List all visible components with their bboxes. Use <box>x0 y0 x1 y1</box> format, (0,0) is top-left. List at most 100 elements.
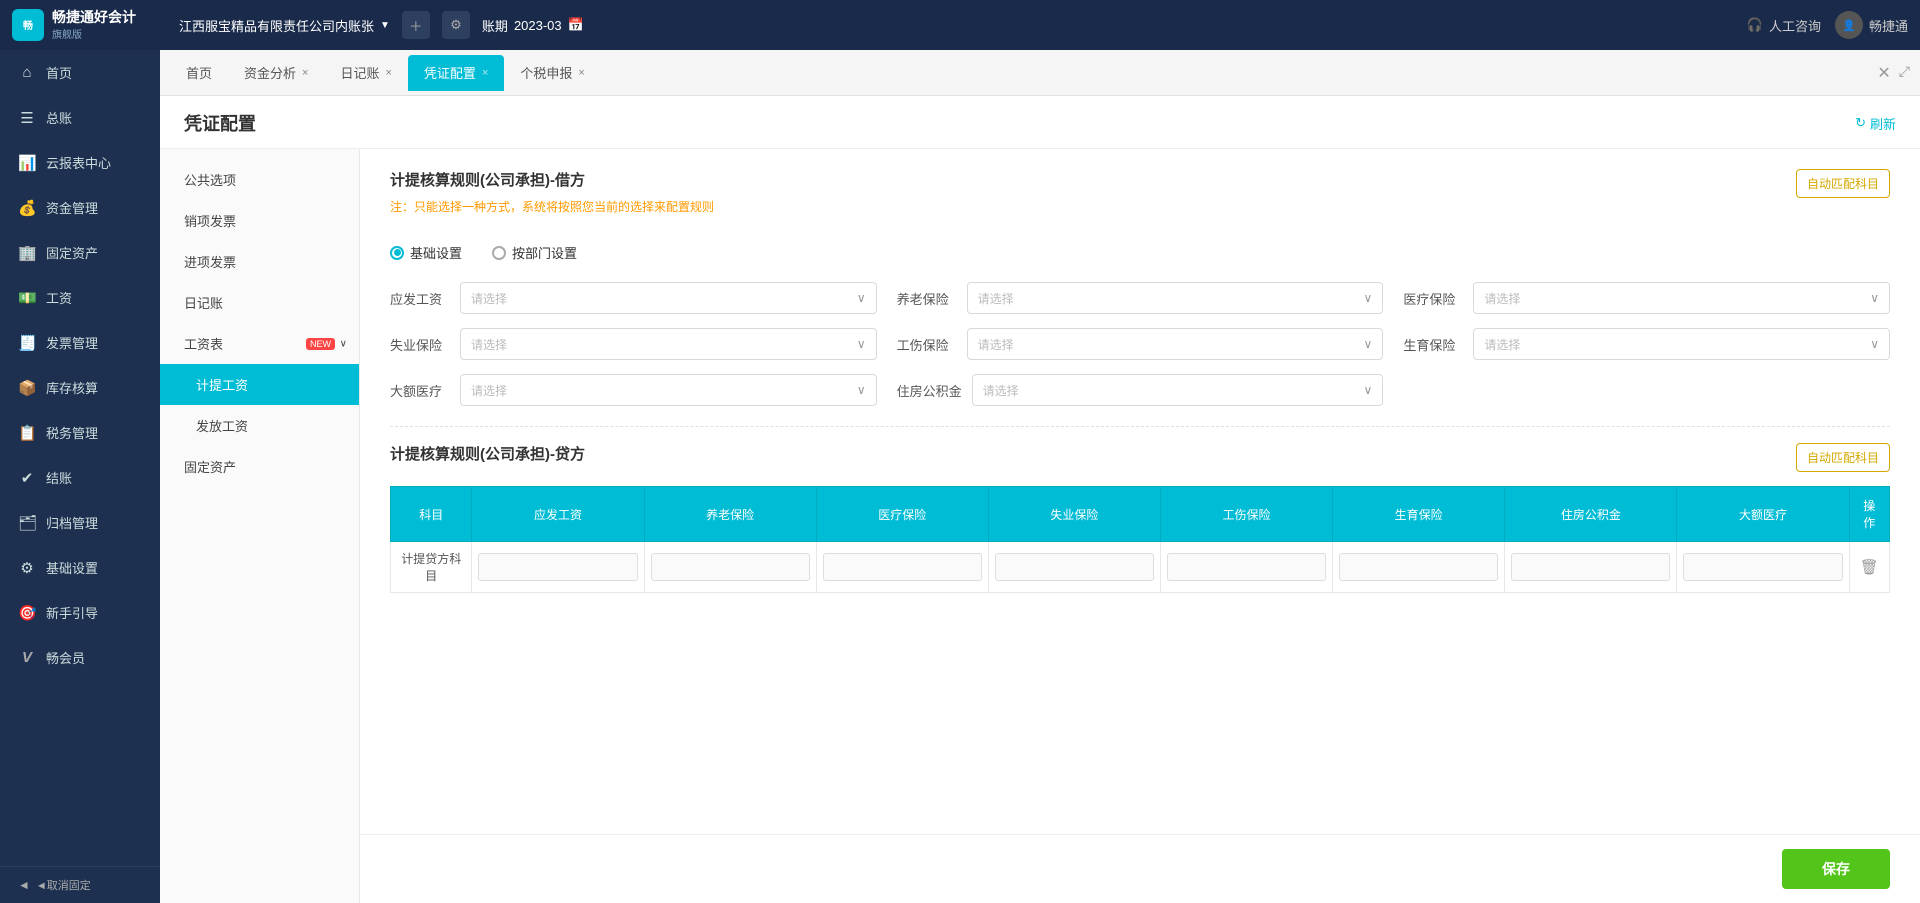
select-maternity[interactable]: 请选择 ∨ <box>1473 328 1890 360</box>
radio-dept[interactable]: 按部门设置 <box>492 243 577 262</box>
th-large-medical: 大额医疗 <box>1677 487 1849 542</box>
support-link[interactable]: 🎧 人工咨询 <box>1747 16 1821 35</box>
left-menu-purchase[interactable]: 进项发票 <box>160 241 359 282</box>
panel-content: 计提核算规则(公司承担)-借方 注：只能选择一种方式，系统将按照您当前的选择来配… <box>360 149 1920 834</box>
tab-fund-close-icon[interactable]: × <box>302 67 308 79</box>
sidebar-item-invoice[interactable]: 🧾 发票管理 <box>0 320 160 365</box>
save-bar: 保存 <box>360 834 1920 903</box>
sidebar-item-salary[interactable]: 💵 工资 <box>0 275 160 320</box>
cell-unemployment[interactable] <box>988 542 1160 593</box>
delete-row-button[interactable]: 🗑 <box>1860 558 1879 576</box>
select-chevron-large-medical: ∨ <box>857 383 866 397</box>
sidebar-item-settings[interactable]: ⚙ 基础设置 <box>0 545 160 590</box>
tab-journal-close-icon[interactable]: × <box>385 67 391 79</box>
radio-basic-button[interactable] <box>390 246 404 260</box>
tab-home-label: 首页 <box>186 63 212 82</box>
radio-basic-label: 基础设置 <box>410 243 462 262</box>
app-name: 畅捷通好会计 <box>52 9 136 26</box>
field-gross-salary: 应发工资 请选择 ∨ <box>390 282 877 314</box>
credit-section: 计提核算规则(公司承担)-贷方 自动匹配科目 科目 应发工资 养老保险 医疗保险 <box>390 443 1890 593</box>
left-menu-fixed-asset[interactable]: 固定资产 <box>160 446 359 487</box>
select-large-medical[interactable]: 请选择 ∨ <box>460 374 877 406</box>
left-menu-pay-salary[interactable]: 发放工资 <box>160 405 359 446</box>
placeholder-pension: 请选择 <box>978 290 1014 307</box>
tab-tax-close-icon[interactable]: × <box>578 67 584 79</box>
guide-icon: 🎯 <box>18 604 36 622</box>
close-all-icon[interactable]: ✕ <box>1877 63 1890 83</box>
select-medical[interactable]: 请选择 ∨ <box>1473 282 1890 314</box>
refresh-button[interactable]: ↻ 刷新 <box>1855 114 1896 133</box>
sidebar-item-ledger[interactable]: ☰ 总账 <box>0 95 160 140</box>
table-header-row: 科目 应发工资 养老保险 医疗保险 失业保险 工伤保险 生育保险 住房公积金 大… <box>391 487 1890 542</box>
credit-table: 科目 应发工资 养老保险 医疗保险 失业保险 工伤保险 生育保险 住房公积金 大… <box>390 486 1890 593</box>
debit-auto-match-button[interactable]: 自动匹配科目 <box>1796 169 1890 198</box>
input-large-medical[interactable] <box>1683 553 1842 581</box>
input-maternity[interactable] <box>1339 553 1498 581</box>
left-menu-sales[interactable]: 销项发票 <box>160 200 359 241</box>
sidebar-item-home[interactable]: ⌂ 首页 <box>0 50 160 95</box>
select-chevron-gross: ∨ <box>857 291 866 305</box>
sidebar-item-asset[interactable]: 🏢 固定资产 <box>0 230 160 275</box>
cell-work-injury[interactable] <box>1160 542 1332 593</box>
tab-tax[interactable]: 个税申报 × <box>504 55 600 91</box>
company-name: 江西服宝精品有限责任公司内账张 <box>179 16 374 35</box>
maximize-icon[interactable]: ⤢ <box>1899 63 1910 83</box>
cell-gross-salary[interactable] <box>472 542 644 593</box>
cell-housing-fund[interactable] <box>1505 542 1677 593</box>
debit-header-left: 计提核算规则(公司承担)-借方 注：只能选择一种方式，系统将按照您当前的选择来配… <box>390 169 714 229</box>
tab-voucher-close-icon[interactable]: × <box>482 67 488 79</box>
tab-voucher-label: 凭证配置 <box>424 63 476 82</box>
sidebar-item-tax[interactable]: 📋 税务管理 <box>0 410 160 455</box>
tab-tax-label: 个税申报 <box>520 63 572 82</box>
period-label: 账期 <box>482 16 508 35</box>
sidebar-item-checkout[interactable]: ✔ 结账 <box>0 455 160 500</box>
input-work-injury[interactable] <box>1167 553 1326 581</box>
sidebar-item-fund[interactable]: 💰 资金管理 <box>0 185 160 230</box>
input-gross-salary[interactable] <box>478 553 637 581</box>
tab-fund[interactable]: 资金分析 × <box>228 55 324 91</box>
credit-section-header: 计提核算规则(公司承担)-贷方 自动匹配科目 <box>390 443 1890 472</box>
credit-auto-match-button[interactable]: 自动匹配科目 <box>1796 443 1890 472</box>
sidebar-item-inventory[interactable]: 📦 库存核算 <box>0 365 160 410</box>
tab-voucher[interactable]: 凭证配置 × <box>408 55 504 91</box>
radio-dept-button[interactable] <box>492 246 506 260</box>
left-menu-journal[interactable]: 日记账 <box>160 282 359 323</box>
sidebar-item-report[interactable]: 📊 云报表中心 <box>0 140 160 185</box>
add-account-button[interactable]: ＋ <box>402 11 430 39</box>
cell-medical[interactable] <box>816 542 988 593</box>
left-menu-calc-salary[interactable]: 计提工资 <box>160 364 359 405</box>
input-pension[interactable] <box>651 553 810 581</box>
sidebar-item-archive[interactable]: 🗂 归档管理 <box>0 500 160 545</box>
fund-icon: 💰 <box>18 199 36 217</box>
tab-home[interactable]: 首页 <box>170 55 228 91</box>
left-menu: 公共选项 销项发票 进项发票 日记账 工资表 NEW ∨ 计提工资 发放工资 固… <box>160 149 360 903</box>
select-work-injury[interactable]: 请选择 ∨ <box>967 328 1384 360</box>
input-medical[interactable] <box>823 553 982 581</box>
save-button[interactable]: 保存 <box>1782 849 1890 889</box>
cell-large-medical[interactable] <box>1677 542 1849 593</box>
settings-icon[interactable]: ⚙ <box>442 11 470 39</box>
select-gross-salary[interactable]: 请选择 ∨ <box>460 282 877 314</box>
cell-action[interactable]: 🗑 <box>1849 542 1889 593</box>
sidebar-item-guide[interactable]: 🎯 新手引导 <box>0 590 160 635</box>
radio-basic[interactable]: 基础设置 <box>390 243 462 262</box>
cell-maternity[interactable] <box>1333 542 1505 593</box>
calendar-icon[interactable]: 📅 <box>568 17 584 33</box>
cancel-fixed-button[interactable]: ◄ ◄取消固定 <box>0 866 160 903</box>
select-unemployment[interactable]: 请选择 ∨ <box>460 328 877 360</box>
tab-journal[interactable]: 日记账 × <box>324 55 407 91</box>
period-value: 2023-03 <box>514 18 562 33</box>
left-menu-payroll-table[interactable]: 工资表 NEW ∨ <box>160 323 359 364</box>
left-menu-public[interactable]: 公共选项 <box>160 159 359 200</box>
input-unemployment[interactable] <box>995 553 1154 581</box>
cell-pension[interactable] <box>644 542 816 593</box>
select-pension[interactable]: 请选择 ∨ <box>967 282 1384 314</box>
th-housing-fund: 住房公积金 <box>1505 487 1677 542</box>
user-profile[interactable]: 👤 畅捷通 <box>1835 11 1908 39</box>
input-housing-fund[interactable] <box>1511 553 1670 581</box>
select-housing-fund[interactable]: 请选择 ∨ <box>972 374 1384 406</box>
logo-icon: 畅 <box>12 9 44 41</box>
company-selector[interactable]: 江西服宝精品有限责任公司内账张 ▼ <box>179 16 390 35</box>
label-unemployment: 失业保险 <box>390 335 450 354</box>
sidebar-item-member[interactable]: V 畅会员 <box>0 635 160 680</box>
